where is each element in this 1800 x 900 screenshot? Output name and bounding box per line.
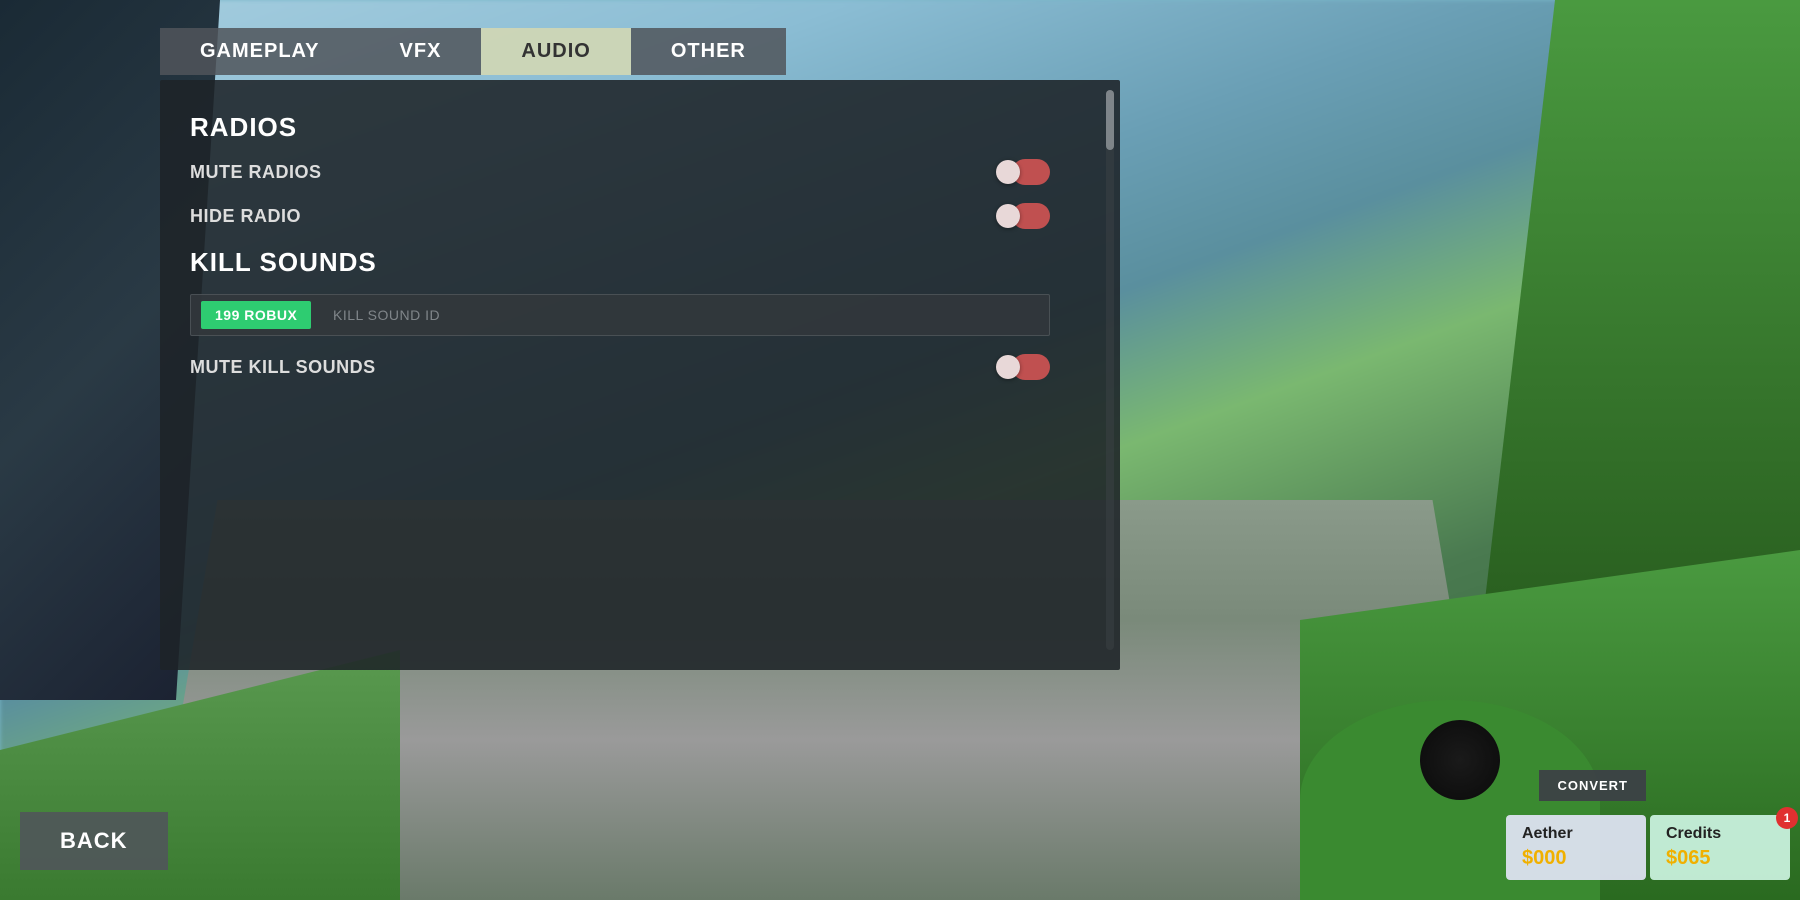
- tab-audio[interactable]: AUDIO: [481, 28, 630, 75]
- credits-card: 1 Credits $065: [1650, 815, 1790, 880]
- hide-radio-toggle-wrap: [998, 203, 1050, 229]
- kill-sound-id-row: 199 ROBUX KILL SOUND ID: [190, 294, 1090, 336]
- tab-gameplay[interactable]: GAMEPLAY: [160, 28, 360, 75]
- mute-kill-sounds-label: MUTE KILL SOUNDS: [190, 357, 376, 378]
- mute-radios-row: MUTE RADIOS: [190, 159, 1090, 185]
- tab-vfx[interactable]: VFX: [360, 28, 482, 75]
- radios-section-header: RADIOS: [190, 112, 1090, 143]
- kill-sounds-section-header: KILL SOUNDS: [190, 247, 1090, 278]
- aether-card-title: Aether: [1522, 825, 1630, 843]
- scrollbar[interactable]: [1106, 90, 1114, 650]
- hide-radio-label: HIDE RADIO: [190, 206, 301, 227]
- mute-kill-sounds-toggle[interactable]: [998, 354, 1050, 380]
- aether-card-value: $000: [1522, 847, 1630, 870]
- tab-other[interactable]: OTHER: [631, 28, 786, 75]
- mute-kill-sounds-toggle-thumb: [996, 355, 1020, 379]
- aether-card: Aether $000: [1506, 815, 1646, 880]
- tabs-bar: GAMEPLAY VFX AUDIO OTHER: [160, 28, 786, 75]
- hide-radio-toggle-thumb: [996, 204, 1020, 228]
- mute-radios-toggle-wrap: [998, 159, 1050, 185]
- back-button[interactable]: BACK: [20, 812, 168, 870]
- credits-card-title: Credits: [1666, 825, 1774, 843]
- credits-card-value: $065: [1666, 847, 1774, 870]
- robux-button[interactable]: 199 ROBUX: [201, 301, 311, 329]
- mute-radios-toggle[interactable]: [998, 159, 1050, 185]
- mute-kill-sounds-row: MUTE KILL SOUNDS: [190, 354, 1090, 380]
- mute-radios-toggle-thumb: [996, 160, 1020, 184]
- panel-content: RADIOS MUTE RADIOS HIDE RADIO KILL SOU: [160, 80, 1120, 670]
- convert-button[interactable]: CONVERT: [1539, 770, 1646, 801]
- kill-sound-id-input[interactable]: 199 ROBUX KILL SOUND ID: [190, 294, 1050, 336]
- kill-sound-placeholder: KILL SOUND ID: [333, 307, 440, 323]
- settings-panel: RADIOS MUTE RADIOS HIDE RADIO KILL SOU: [160, 80, 1120, 670]
- hide-radio-toggle[interactable]: [998, 203, 1050, 229]
- mute-kill-sounds-toggle-wrap: [998, 354, 1050, 380]
- hide-radio-row: HIDE RADIO: [190, 203, 1090, 229]
- bg-dark-object: [1420, 720, 1500, 800]
- scrollbar-thumb[interactable]: [1106, 90, 1114, 150]
- credits-badge: 1: [1776, 807, 1798, 829]
- mute-radios-label: MUTE RADIOS: [190, 162, 322, 183]
- hud-bottom-right: CONVERT Aether $000 1 Credits $065: [1506, 815, 1790, 880]
